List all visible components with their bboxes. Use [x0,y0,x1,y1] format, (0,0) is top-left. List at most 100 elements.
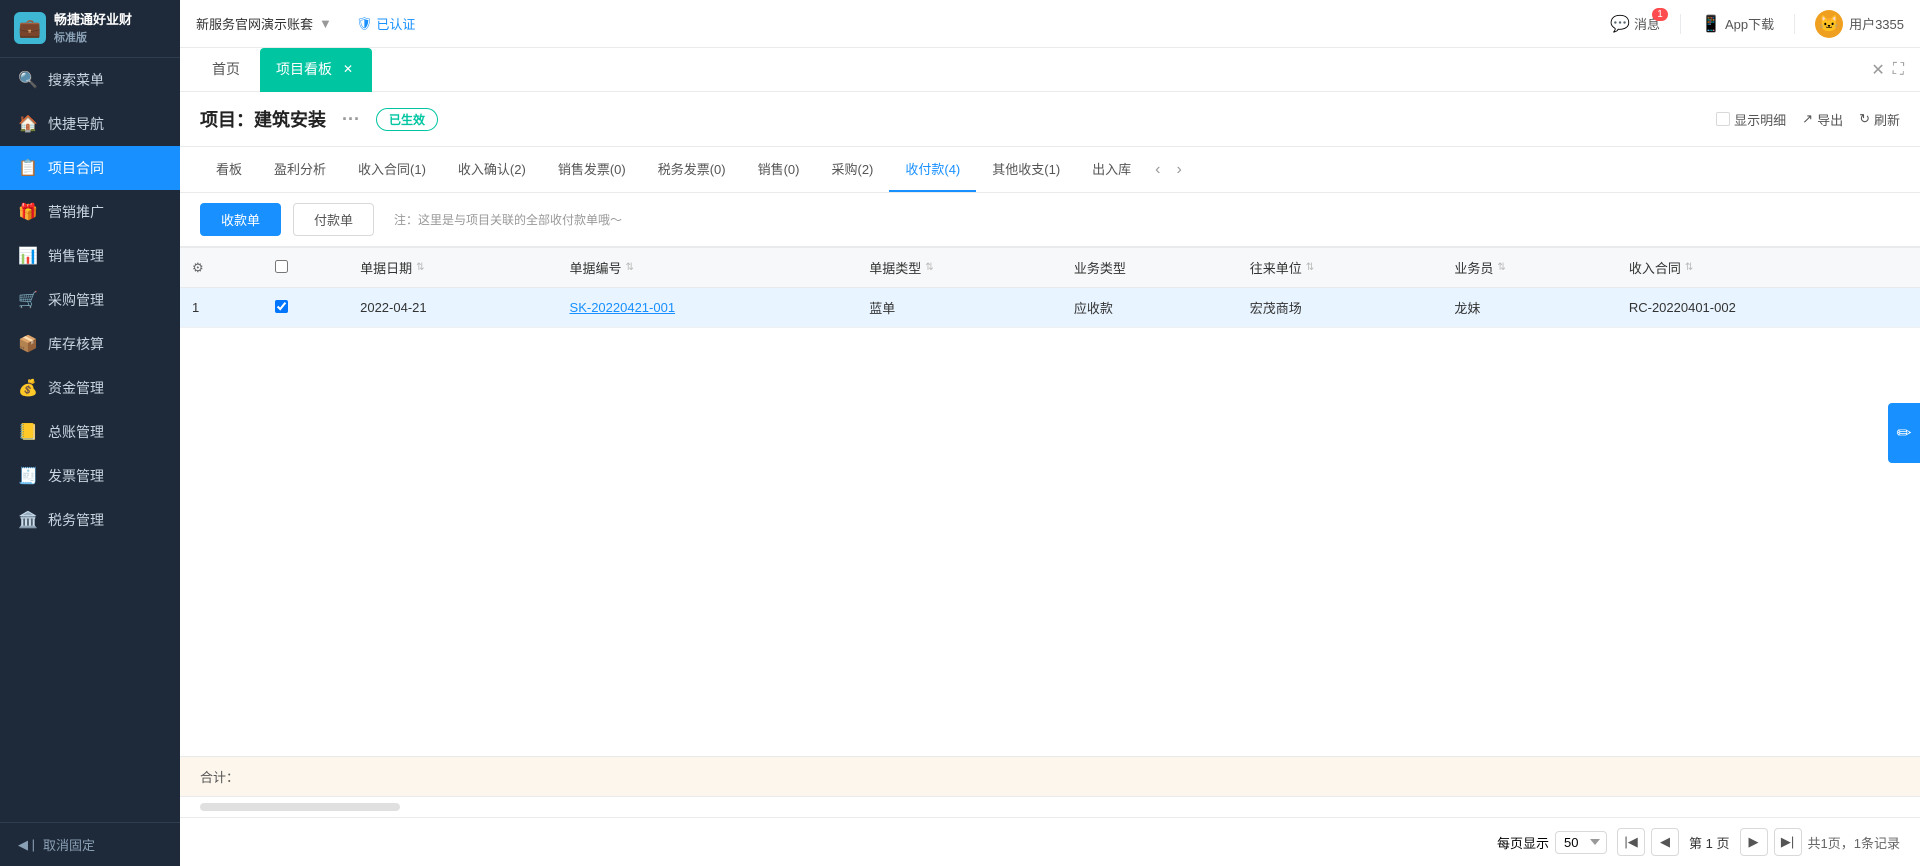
message-icon: 💬 [1610,14,1630,34]
subtab-label: 盈利分析 [274,162,326,177]
cell-type: 蓝单 [857,288,1062,328]
side-edit-button[interactable]: ✏ [1888,403,1920,463]
cell-check[interactable] [263,288,349,328]
maximize-window-button[interactable]: ⛶ [1893,61,1904,79]
subtab-income-confirm[interactable]: 收入确认(2) [442,147,542,192]
tab-home-label: 首页 [212,59,240,79]
checkbox-icon[interactable] [1716,112,1730,126]
subtab-profit[interactable]: 盈利分析 [258,147,342,192]
subtab-left-arrow[interactable]: ‹ [1147,153,1168,187]
subtab-sales[interactable]: 销售(0) [742,147,816,192]
sort-salesman[interactable]: 业务员 ⇅ [1454,258,1605,277]
receipt-tab-button[interactable]: 收款单 [200,203,281,236]
close-window-button[interactable]: ✕ [1871,60,1884,80]
sort-income-contract[interactable]: 收入合同 ⇅ [1629,258,1908,277]
first-page-button[interactable]: |◀ [1617,828,1645,856]
sidebar-item-label: 销售管理 [48,246,104,266]
unpin-label: 取消固定 [43,835,95,854]
record-link[interactable]: SK-20220421-001 [570,300,676,315]
sort-date[interactable]: 单据日期 ⇅ [360,258,545,277]
last-page-button[interactable]: ▶| [1774,828,1802,856]
sidebar-item-tax[interactable]: 🏛️ 税务管理 [0,498,180,542]
row-checkbox[interactable] [275,300,288,313]
subtab-tax-invoice[interactable]: 税务发票(0) [642,147,742,192]
subtab-board[interactable]: 看板 [200,147,258,192]
sidebar-item-inventory[interactable]: 📦 库存核算 [0,322,180,366]
avatar: 🐱 [1815,10,1843,38]
message-button[interactable]: 💬 消息 1 [1610,14,1660,34]
cell-index: 1 [180,288,263,328]
sidebar-item-shortcut[interactable]: 🏠 快捷导航 [0,102,180,146]
user-menu[interactable]: 🐱 用户3355 [1815,10,1904,38]
user-label: 用户3355 [1849,14,1904,33]
subtab-purchase[interactable]: 采购(2) [815,147,889,192]
sidebar-item-label: 营销推广 [48,202,104,222]
sidebar-item-label: 资金管理 [48,378,104,398]
horizontal-scrollbar[interactable] [200,803,400,811]
workspace-selector[interactable]: 新服务官网演示账套 ▼ [196,14,332,33]
tax-icon: 🏛️ [18,510,38,530]
sidebar-item-contract[interactable]: 📋 项目合同 [0,146,180,190]
subtab-right-arrow[interactable]: › [1169,153,1190,187]
prev-page-button[interactable]: ◀ [1651,828,1679,856]
sort-icon: ⇅ [1497,262,1505,273]
refresh-button[interactable]: ↻ 刷新 [1859,110,1900,129]
th-date: 单据日期 ⇅ [348,248,557,288]
subtab-label: 收付款(4) [905,162,960,177]
logo-text: 畅捷通好业财 标准版 [54,12,132,45]
subtab-label: 看板 [216,162,242,177]
sidebar-item-invoice[interactable]: 🧾 发票管理 [0,454,180,498]
next-page-button[interactable]: ▶ [1740,828,1768,856]
show-detail-checkbox[interactable]: 显示明细 [1716,110,1786,129]
subtab-label: 销售发票(0) [558,162,626,177]
topbar: 新服务官网演示账套 ▼ 🛡 已认证 💬 消息 1 📱 App下载 🐱 用 [180,0,1920,48]
pagination: 每页显示 50 10 20 100 |◀ ◀ 第 1 页 ▶ ▶| 共1页，1条 [180,817,1920,866]
sidebar-item-ledger[interactable]: 📒 总账管理 [0,410,180,454]
subtab-other-expense[interactable]: 其他收支(1) [976,147,1076,192]
per-page-select[interactable]: 50 10 20 100 [1555,831,1607,854]
subtab-label: 采购(2) [831,162,873,177]
table-row[interactable]: 1 2022-04-21 SK-20220421-001 蓝单 应收款 宏茂商场… [180,288,1920,328]
sort-partner[interactable]: 往来单位 ⇅ [1250,258,1431,277]
more-options-icon[interactable]: ··· [342,109,360,130]
close-icon[interactable]: ✕ [340,61,356,77]
table-scroll[interactable]: ⚙ 单据日期 ⇅ [180,247,1920,756]
per-page-label: 每页显示 [1497,833,1549,852]
sidebar-item-label: 发票管理 [48,466,104,486]
subtab-receipt[interactable]: 收付款(4) [889,147,976,192]
subtab-income-contract[interactable]: 收入合同(1) [342,147,442,192]
unpin-button[interactable]: ◀ | 取消固定 [0,822,180,866]
sidebar-item-finance[interactable]: 💰 资金管理 [0,366,180,410]
sidebar-item-label: 搜索菜单 [48,70,104,90]
table-area: ⚙ 单据日期 ⇅ [180,247,1920,817]
th-partner: 往来单位 ⇅ [1238,248,1443,288]
sort-number[interactable]: 单据编号 ⇅ [570,258,846,277]
subtab-in-out[interactable]: 出入库 [1076,147,1147,192]
cell-number[interactable]: SK-20220421-001 [558,288,858,328]
app-download-button[interactable]: 📱 App下载 [1701,14,1774,34]
settings-icon[interactable]: ⚙ [192,260,204,275]
divider [1680,14,1681,34]
main-area: 新服务官网演示账套 ▼ 🛡 已认证 💬 消息 1 📱 App下载 🐱 用 [180,0,1920,866]
logo-title: 畅捷通好业财 [54,12,132,29]
sidebar-item-label: 快捷导航 [48,114,104,134]
sidebar-item-label: 税务管理 [48,510,104,530]
cart-icon: 🛒 [18,290,38,310]
sort-type[interactable]: 单据类型 ⇅ [869,258,1050,277]
sidebar-item-purchase[interactable]: 🛒 采购管理 [0,278,180,322]
tab-project-board[interactable]: 项目看板 ✕ [260,48,372,92]
sidebar-item-sales[interactable]: 📊 销售管理 [0,234,180,278]
tab-home[interactable]: 首页 [196,48,256,92]
sidebar-item-marketing[interactable]: 🎁 营销推广 [0,190,180,234]
select-all-checkbox[interactable] [275,260,288,273]
subtab-sales-invoice[interactable]: 销售发票(0) [542,147,642,192]
workspace-name: 新服务官网演示账套 [196,14,313,33]
th-index: ⚙ [180,248,263,288]
unpin-icon: ◀ | [18,837,35,853]
payment-tab-button[interactable]: 付款单 [293,203,374,236]
export-button[interactable]: ↗ 导出 [1802,110,1843,129]
tab-close-button[interactable]: ✕ [340,61,356,77]
sidebar-item-search[interactable]: 🔍 搜索菜单 [0,58,180,102]
th-type: 单据类型 ⇅ [857,248,1062,288]
page-header: 项目： 建筑安装 ··· 已生效 显示明细 ↗ 导出 ↻ 刷新 [180,92,1920,147]
